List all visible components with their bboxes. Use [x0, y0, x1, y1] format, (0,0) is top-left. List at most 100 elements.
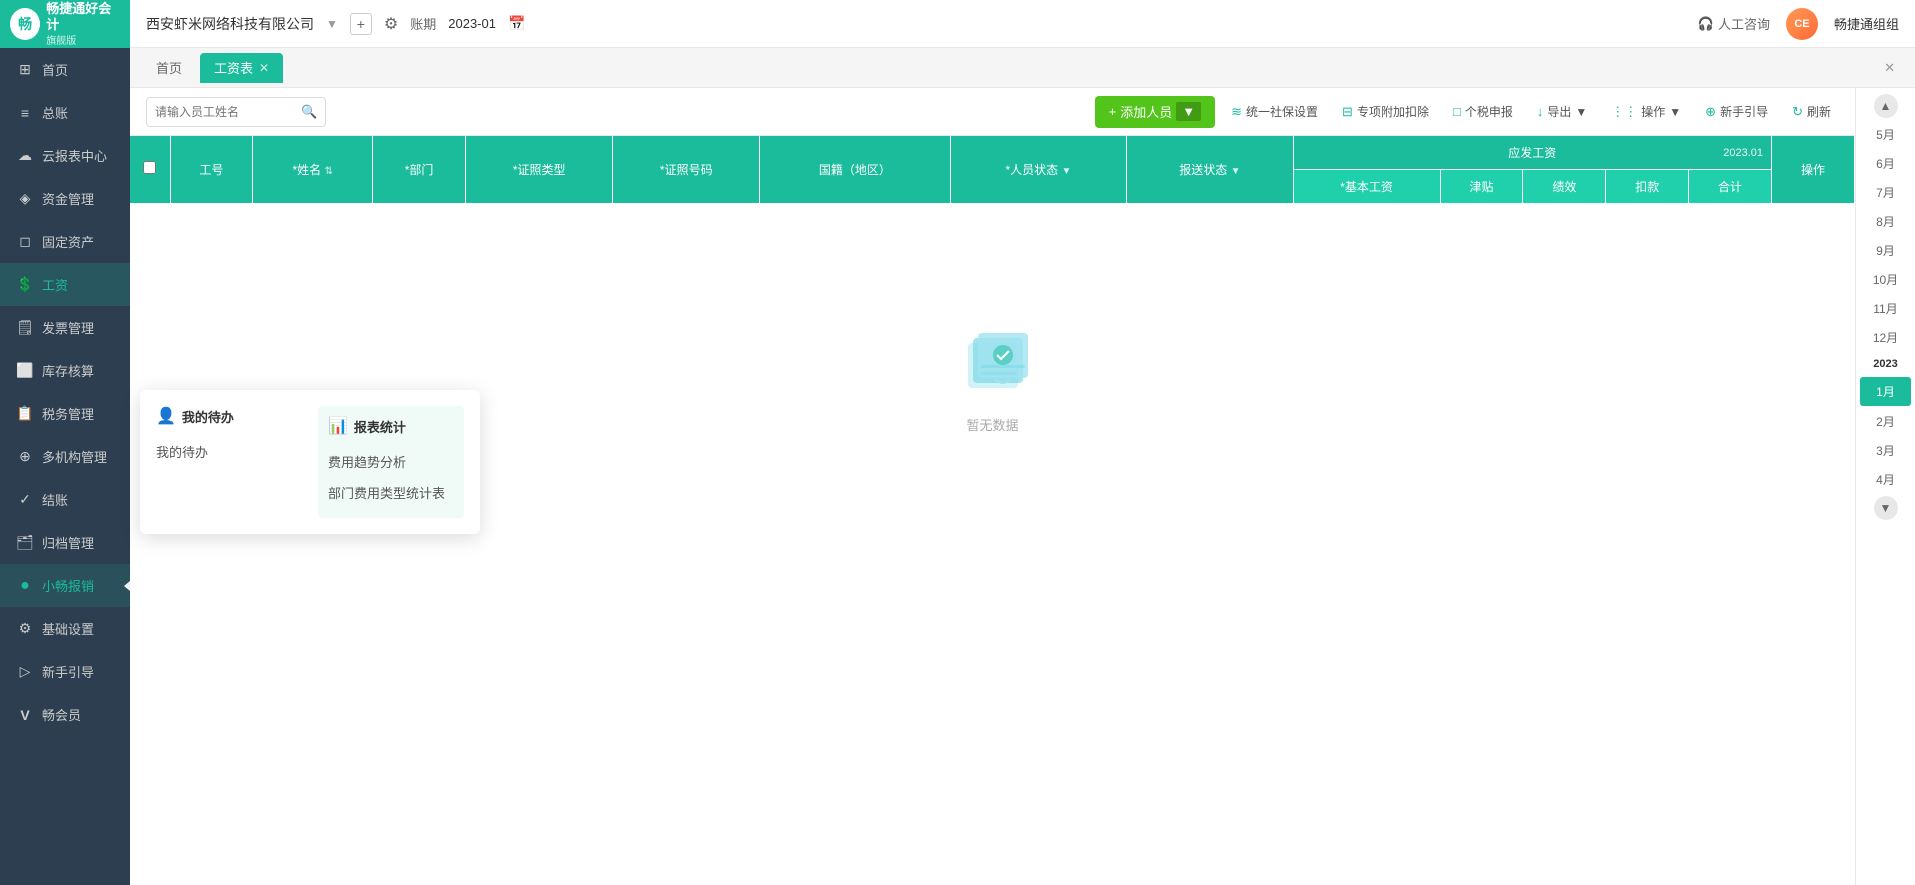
status-filter-icon[interactable]: ▼ [1061, 166, 1071, 177]
add-person-dropdown-icon[interactable]: ▼ [1176, 102, 1201, 121]
special-deduction-label: 专项附加扣除 [1357, 103, 1429, 120]
settings-icon: ⚙ [16, 620, 34, 638]
export-icon: ↓ [1537, 104, 1544, 119]
popup-todo-item-1[interactable]: 我的待办 [156, 436, 302, 467]
refresh-button[interactable]: ↻ 刷新 [1784, 99, 1839, 124]
sidebar-item-member[interactable]: V 畅会员 [0, 693, 130, 736]
asset-icon: ◻ [16, 233, 34, 251]
month-panel: ▲ 5月 6月 7月 8月 9月 10月 11月 12月 2023 1月 2月 … [1855, 88, 1915, 885]
sidebar-item-multi-org[interactable]: ⊕ 多机构管理 [0, 435, 130, 478]
name-sort-icon[interactable]: ⇅ [324, 166, 332, 177]
social-icon: ≋ [1231, 104, 1242, 120]
th-deduction: 扣款 [1606, 170, 1689, 204]
sidebar-item-label: 云报表中心 [42, 146, 107, 165]
popup-todo-title: 👤 我的待办 [156, 406, 302, 426]
logo-subtitle: 旗舰版 [46, 32, 120, 47]
month-item-1-current[interactable]: 1月 [1860, 377, 1911, 406]
sidebar-item-invoice[interactable]: 🗒 发票管理 [0, 306, 130, 349]
social-insurance-button[interactable]: ≋ 统一社保设置 [1223, 99, 1326, 124]
support-label: 人工咨询 [1718, 14, 1770, 33]
month-item-10[interactable]: 10月 [1856, 265, 1915, 294]
company-settings-button[interactable]: ⚙ [384, 14, 398, 34]
report-filter-icon[interactable]: ▼ [1231, 166, 1241, 177]
export-button[interactable]: ↓ 导出 ▼ [1529, 99, 1595, 124]
sidebar-item-basic-settings[interactable]: ⚙ 基础设置 [0, 607, 130, 650]
month-item-9[interactable]: 9月 [1856, 236, 1915, 265]
month-up-button[interactable]: ▲ [1874, 94, 1898, 118]
table-header-row-1: 工号 *姓名 ⇅ *部门 *证照类型 *证照号码 国籍（地区） *人员状态 [130, 136, 1855, 170]
logo-initials: 畅 [18, 14, 32, 34]
support-button[interactable]: 🎧 人工咨询 [1698, 14, 1770, 33]
close-panel-button[interactable]: ✕ [1876, 60, 1903, 76]
month-item-8[interactable]: 8月 [1856, 207, 1915, 236]
month-item-12[interactable]: 12月 [1856, 323, 1915, 352]
th-total: 合计 [1689, 170, 1772, 204]
sidebar-item-settle[interactable]: ✓ 结账 [0, 478, 130, 521]
settle-icon: ✓ [16, 491, 34, 509]
sidebar-item-fixed-asset[interactable]: ◻ 固定资产 [0, 220, 130, 263]
logo-icon: 畅 [10, 8, 40, 40]
sidebar-item-xiaochang[interactable]: ● 小畅报销 [0, 564, 130, 607]
month-item-3[interactable]: 3月 [1856, 436, 1915, 465]
fund-icon: ◈ [16, 190, 34, 208]
sidebar-item-home[interactable]: ⊞ 首页 [0, 48, 130, 91]
search-icon[interactable]: 🔍 [301, 104, 317, 120]
new-guide-button[interactable]: ⊕ 新手引导 [1697, 99, 1776, 124]
tab-home-label: 首页 [156, 58, 182, 77]
popup-report-item-2[interactable]: 部门费用类型统计表 [328, 477, 454, 508]
search-box[interactable]: 🔍 [146, 97, 326, 127]
period-value: 2023-01 [448, 16, 496, 31]
sidebar-item-new-guide[interactable]: ▷ 新手引导 [0, 650, 130, 693]
popup-section-report: 📊 报表统计 费用趋势分析 部门费用类型统计表 [318, 406, 464, 518]
guide-icon: ⊕ [1705, 104, 1716, 120]
th-actions: 操作 [1771, 136, 1854, 203]
actions-button[interactable]: ⋮⋮ 操作 ▼ [1603, 99, 1689, 124]
tax-report-label: 个税申报 [1465, 103, 1513, 120]
todo-icon: 👤 [156, 406, 176, 426]
sidebar-item-inventory[interactable]: ⬜ 库存核算 [0, 349, 130, 392]
tab-close-icon[interactable]: ✕ [259, 61, 269, 75]
popup-menu: 👤 我的待办 我的待办 📊 报表统计 费用趋势分析 部门费用类型统计表 [140, 390, 480, 534]
popup-report-item-1[interactable]: 费用趋势分析 [328, 446, 454, 477]
user-name[interactable]: 畅捷通组组 [1834, 14, 1899, 33]
sidebar-item-label: 小畅报销 [42, 576, 94, 595]
month-item-4[interactable]: 4月 [1856, 465, 1915, 494]
ledger-icon: ≡ [16, 104, 34, 122]
sidebar-item-ledger[interactable]: ≡ 总账 [0, 91, 130, 134]
tax-report-button[interactable]: □ 个税申报 [1445, 99, 1521, 124]
month-item-7[interactable]: 7月 [1856, 178, 1915, 207]
add-person-button[interactable]: + 添加人员 ▼ [1095, 96, 1215, 128]
tab-salary[interactable]: 工资表 ✕ [200, 53, 283, 83]
cloud-icon: ☁ [16, 147, 34, 165]
month-item-6[interactable]: 6月 [1856, 149, 1915, 178]
tab-home[interactable]: 首页 [142, 53, 196, 83]
sidebar-item-label: 多机构管理 [42, 447, 107, 466]
popup-todo-label: 我的待办 [182, 407, 234, 426]
export-dropdown-icon: ▼ [1575, 105, 1587, 119]
month-down-button[interactable]: ▼ [1874, 496, 1898, 520]
inventory-icon: ⬜ [16, 362, 34, 380]
select-all-th[interactable] [130, 136, 170, 203]
select-all-checkbox[interactable] [143, 161, 156, 174]
sidebar-item-cloud-report[interactable]: ☁ 云报表中心 [0, 134, 130, 177]
archive-icon: 🗂 [16, 534, 34, 552]
special-deduction-button[interactable]: ⊟ 专项附加扣除 [1334, 99, 1437, 124]
company-dropdown-icon[interactable]: ▼ [326, 17, 338, 31]
sidebar-item-tax[interactable]: 📋 税务管理 [0, 392, 130, 435]
month-item-2[interactable]: 2月 [1856, 407, 1915, 436]
sidebar-item-label: 结账 [42, 490, 68, 509]
add-company-button[interactable]: + [350, 13, 372, 35]
home-icon: ⊞ [16, 61, 34, 79]
calendar-icon[interactable]: 📅 [508, 15, 525, 32]
period-indicator: 2023.01 [1723, 147, 1763, 159]
tax-icon: □ [1453, 104, 1461, 119]
sidebar-item-salary[interactable]: 💲 工资 [0, 263, 130, 306]
sidebar-item-fund[interactable]: ◈ 资金管理 [0, 177, 130, 220]
th-allowance: 津贴 [1440, 170, 1523, 204]
th-id-number: *证照号码 [613, 136, 760, 203]
month-item-11[interactable]: 11月 [1856, 294, 1915, 323]
sidebar-item-archive[interactable]: 🗂 归档管理 [0, 521, 130, 564]
search-input[interactable] [155, 105, 295, 119]
month-item-5[interactable]: 5月 [1856, 120, 1915, 149]
toolbar-right: + 添加人员 ▼ ≋ 统一社保设置 ⊟ 专项附加扣除 □ 个税申报 [1095, 96, 1839, 128]
